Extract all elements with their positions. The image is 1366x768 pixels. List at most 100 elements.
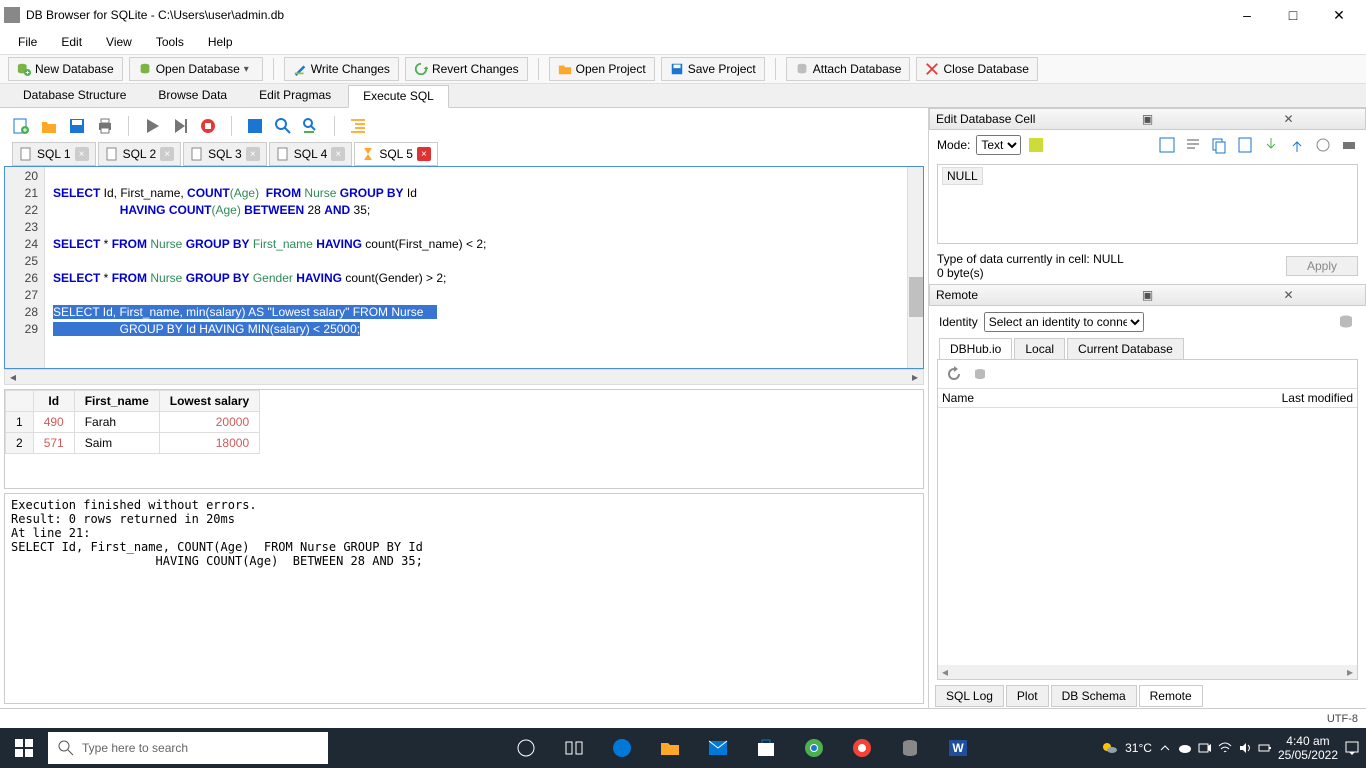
tab-edit-pragmas[interactable]: Edit Pragmas xyxy=(244,84,346,107)
meet-now-icon[interactable] xyxy=(1198,741,1212,755)
import-icon[interactable] xyxy=(1288,136,1306,154)
explorer-icon[interactable] xyxy=(649,728,691,768)
col-modified[interactable]: Last modified xyxy=(1282,391,1353,405)
open-project-button[interactable]: Open Project xyxy=(549,57,655,81)
mail-icon[interactable] xyxy=(697,728,739,768)
vertical-scrollbar[interactable] xyxy=(907,167,923,368)
minimize-button[interactable]: – xyxy=(1224,0,1270,30)
clone-icon[interactable] xyxy=(972,366,988,382)
close-tab-icon[interactable]: × xyxy=(160,147,174,161)
sql-editor[interactable]: 20212223242526272829 SELECT Id, First_na… xyxy=(4,166,924,369)
revert-changes-button[interactable]: Revert Changes xyxy=(405,57,528,81)
execute-line-icon[interactable] xyxy=(171,117,189,135)
btab-plot[interactable]: Plot xyxy=(1006,685,1049,707)
find-replace-icon[interactable] xyxy=(302,117,320,135)
edge-icon[interactable] xyxy=(601,728,643,768)
close-tab-icon[interactable]: × xyxy=(331,147,345,161)
save-sql-icon[interactable] xyxy=(68,117,86,135)
mode-select[interactable]: Text xyxy=(976,135,1021,155)
cell-editor[interactable]: NULL xyxy=(937,164,1358,244)
menu-edit[interactable]: Edit xyxy=(51,33,92,51)
col-name[interactable]: Name xyxy=(942,391,1282,405)
sql-tab-5[interactable]: SQL 5× xyxy=(354,142,438,166)
subtab-local[interactable]: Local xyxy=(1014,338,1065,359)
push-icon[interactable] xyxy=(1336,312,1356,332)
close-panel-icon[interactable]: ✕ xyxy=(1218,288,1359,302)
encoding-indicator[interactable]: UTF-8 xyxy=(1327,713,1358,725)
word-icon[interactable]: W xyxy=(937,728,979,768)
tab-execute-sql[interactable]: Execute SQL xyxy=(348,85,449,108)
temperature[interactable]: 31°C xyxy=(1125,741,1152,755)
wifi-icon[interactable] xyxy=(1218,741,1232,755)
onedrive-icon[interactable] xyxy=(1178,741,1192,755)
execute-icon[interactable] xyxy=(143,117,161,135)
new-sql-tab-icon[interactable] xyxy=(12,117,30,135)
tab-database-structure[interactable]: Database Structure xyxy=(8,84,141,107)
sql-tab-3[interactable]: SQL 3× xyxy=(183,142,267,166)
undock-icon[interactable]: ▣ xyxy=(1077,288,1218,302)
save-project-button[interactable]: Save Project xyxy=(661,57,765,81)
remote-list[interactable]: NameLast modified xyxy=(938,388,1357,665)
search-highlight-icon[interactable] xyxy=(328,728,388,768)
maximize-button[interactable]: □ xyxy=(1270,0,1316,30)
menu-file[interactable]: File xyxy=(8,33,47,51)
volume-icon[interactable] xyxy=(1238,741,1252,755)
close-tab-icon[interactable]: × xyxy=(246,147,260,161)
db-browser-icon[interactable] xyxy=(889,728,931,768)
battery-icon[interactable] xyxy=(1258,741,1272,755)
store-icon[interactable] xyxy=(745,728,787,768)
undock-icon[interactable]: ▣ xyxy=(1077,112,1218,126)
refresh-icon[interactable] xyxy=(946,366,962,382)
export-icon[interactable] xyxy=(1262,136,1280,154)
apply-button[interactable]: Apply xyxy=(1286,256,1358,276)
btab-sqllog[interactable]: SQL Log xyxy=(935,685,1004,707)
notifications-icon[interactable] xyxy=(1344,740,1360,756)
write-changes-button[interactable]: Write Changes xyxy=(284,57,399,81)
remote-h-scroll[interactable]: ◂▸ xyxy=(938,665,1357,679)
menu-view[interactable]: View xyxy=(96,33,142,51)
clock[interactable]: 4:40 am25/05/2022 xyxy=(1278,734,1338,763)
copy-icon[interactable] xyxy=(1210,136,1228,154)
start-button[interactable] xyxy=(0,728,48,768)
new-database-button[interactable]: New Database xyxy=(8,57,123,81)
auto-format-icon[interactable] xyxy=(1027,136,1045,154)
code-area[interactable]: SELECT Id, First_name, COUNT(Age) FROM N… xyxy=(45,167,923,368)
task-view-icon[interactable] xyxy=(505,728,547,768)
null-icon[interactable] xyxy=(1314,136,1332,154)
print-icon[interactable] xyxy=(96,117,114,135)
format-icon[interactable] xyxy=(1184,136,1202,154)
sql-tab-2[interactable]: SQL 2× xyxy=(98,142,182,166)
print-cell-icon[interactable] xyxy=(1340,136,1358,154)
btab-remote[interactable]: Remote xyxy=(1139,685,1203,707)
paste-icon[interactable] xyxy=(1236,136,1254,154)
sql-tab-4[interactable]: SQL 4× xyxy=(269,142,353,166)
chevron-up-icon[interactable] xyxy=(1158,741,1172,755)
attach-database-button[interactable]: Attach Database xyxy=(786,57,911,81)
text-icon[interactable] xyxy=(1158,136,1176,154)
stop-icon[interactable] xyxy=(199,117,217,135)
save-results-icon[interactable] xyxy=(246,117,264,135)
chrome-icon[interactable] xyxy=(793,728,835,768)
indent-icon[interactable] xyxy=(349,117,367,135)
open-database-button[interactable]: Open Database▾ xyxy=(129,57,263,81)
open-sql-icon[interactable] xyxy=(40,117,58,135)
sql-tab-1[interactable]: SQL 1× xyxy=(12,142,96,166)
chrome2-icon[interactable] xyxy=(841,728,883,768)
subtab-dbhub[interactable]: DBHub.io xyxy=(939,338,1012,359)
weather-icon[interactable] xyxy=(1101,739,1119,757)
close-panel-icon[interactable]: ✕ xyxy=(1218,112,1359,126)
tab-browse-data[interactable]: Browse Data xyxy=(143,84,242,107)
close-tab-icon[interactable]: × xyxy=(75,147,89,161)
taskbar-search[interactable]: Type here to search xyxy=(48,732,328,764)
menu-tools[interactable]: Tools xyxy=(146,33,194,51)
table-row[interactable]: 2571Saim18000 xyxy=(6,433,260,454)
identity-select[interactable]: Select an identity to connect xyxy=(984,312,1144,332)
btab-schema[interactable]: DB Schema xyxy=(1051,685,1137,707)
output-log[interactable]: Execution finished without errors. Resul… xyxy=(4,493,924,704)
cortana-icon[interactable] xyxy=(553,728,595,768)
close-button[interactable]: ✕ xyxy=(1316,0,1362,30)
col-lowest[interactable]: Lowest salary xyxy=(159,391,259,412)
col-firstname[interactable]: First_name xyxy=(74,391,159,412)
col-id[interactable]: Id xyxy=(33,391,74,412)
close-tab-icon[interactable]: × xyxy=(417,147,431,161)
